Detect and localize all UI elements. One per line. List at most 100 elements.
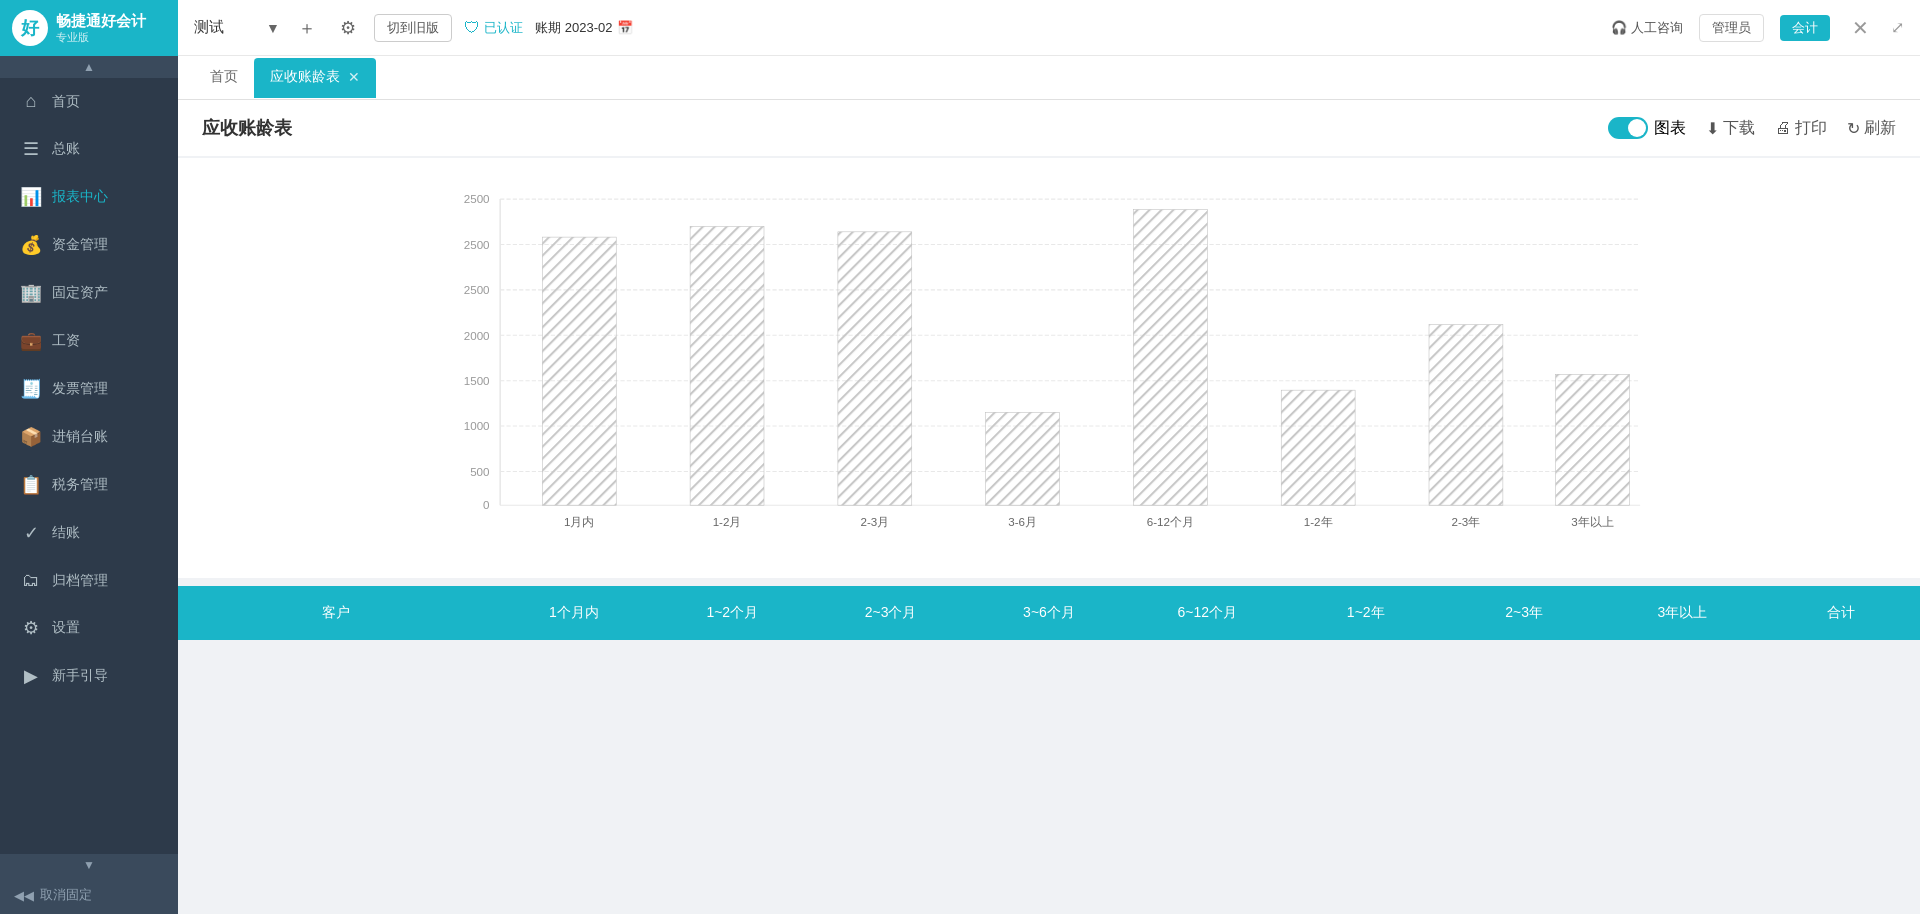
- headset-icon: 🎧: [1611, 20, 1627, 35]
- sidebar-item-reports[interactable]: 📊 报表中心: [0, 173, 178, 221]
- tab-aging-label: 应收账龄表: [270, 68, 340, 86]
- svg-text:1月内: 1月内: [564, 515, 594, 528]
- th-3year-plus: 3年以上: [1603, 586, 1761, 640]
- refresh-icon: ↻: [1847, 119, 1860, 138]
- sidebar-scroll-up[interactable]: ▲: [0, 56, 178, 78]
- bar-1-2-yue: [690, 227, 764, 506]
- sidebar-item-archive[interactable]: 🗂 归档管理: [0, 557, 178, 604]
- svg-text:2500: 2500: [464, 192, 490, 205]
- sidebar-scroll-down[interactable]: ▼: [0, 854, 178, 876]
- sidebar-item-ledger[interactable]: ☰ 总账: [0, 125, 178, 173]
- sidebar-item-label-reports: 报表中心: [52, 188, 108, 206]
- th-2-3month: 2~3个月: [811, 586, 969, 640]
- chart-toggle-container: 图表: [1608, 117, 1686, 139]
- sidebar-item-tax[interactable]: 📋 税务管理: [0, 461, 178, 509]
- svg-text:1000: 1000: [464, 419, 490, 432]
- tabs-bar: 首页 应收账龄表 ✕: [178, 56, 1920, 100]
- svg-text:0: 0: [483, 498, 489, 511]
- svg-text:2-3月: 2-3月: [860, 515, 889, 528]
- toggle-label: 图表: [1654, 118, 1686, 139]
- th-customer: 客户: [178, 586, 495, 640]
- svg-text:1-2月: 1-2月: [713, 515, 742, 528]
- chart-toggle[interactable]: [1608, 117, 1648, 139]
- bar-3-6-yue: [986, 412, 1060, 505]
- sidebar-item-label-tax: 税务管理: [52, 476, 108, 494]
- sidebar-item-funds[interactable]: 💰 资金管理: [0, 221, 178, 269]
- th-1-2year: 1~2年: [1287, 586, 1445, 640]
- period-value: 2023-02: [565, 20, 613, 35]
- manager-button[interactable]: 管理员: [1699, 14, 1764, 42]
- page-actions: 图表 ⬇ 下载 🖨 打印 ↻ 刷新: [1608, 117, 1896, 139]
- sidebar-item-settings[interactable]: ⚙ 设置: [0, 604, 178, 652]
- sidebar-item-label-settings: 设置: [52, 619, 80, 637]
- svg-text:2500: 2500: [464, 283, 490, 296]
- settings-button[interactable]: ⚙: [334, 15, 362, 41]
- guide-icon: ▶: [20, 665, 42, 687]
- bar-2-3-yue: [838, 232, 912, 505]
- unpin-label: 取消固定: [40, 886, 92, 904]
- sidebar-item-closing[interactable]: ✓ 结账: [0, 509, 178, 557]
- page-title: 应收账龄表: [202, 116, 292, 140]
- tab-home[interactable]: 首页: [194, 58, 254, 98]
- assets-icon: 🏢: [20, 282, 42, 304]
- th-2-3year: 2~3年: [1445, 586, 1603, 640]
- svg-text:1-2年: 1-2年: [1304, 515, 1333, 528]
- certified-label: 已认证: [484, 19, 523, 37]
- consult-button[interactable]: 🎧 人工咨询: [1611, 19, 1683, 37]
- svg-text:6-12个月: 6-12个月: [1147, 515, 1194, 528]
- add-workspace-button[interactable]: ＋: [292, 14, 322, 42]
- inventory-icon: 📦: [20, 426, 42, 448]
- download-button[interactable]: ⬇ 下载: [1706, 118, 1755, 139]
- sidebar-item-home[interactable]: ⌂ 首页: [0, 78, 178, 125]
- bar-6-12-yue: [1133, 210, 1207, 506]
- svg-text:1500: 1500: [464, 374, 490, 387]
- sidebar: 好 畅捷通好会计 专业版 ▲ ⌂ 首页 ☰ 总账 📊 报表中心 💰 资金管理 🏢…: [0, 0, 178, 914]
- refresh-button[interactable]: ↻ 刷新: [1847, 118, 1896, 139]
- print-label: 打印: [1795, 118, 1827, 139]
- close-button[interactable]: ✕: [1846, 16, 1875, 40]
- th-1month: 1个月内: [495, 586, 653, 640]
- logo-icon: 好: [12, 10, 48, 46]
- tab-aging[interactable]: 应收账龄表 ✕: [254, 58, 376, 98]
- account-button[interactable]: 会计: [1780, 15, 1830, 41]
- print-button[interactable]: 🖨 打印: [1775, 118, 1827, 139]
- download-icon: ⬇: [1706, 119, 1719, 138]
- topbar-right: 🎧 人工咨询 管理员 会计 ✕ ⤢: [1611, 14, 1904, 42]
- main-area: 测试 ▼ ＋ ⚙ 切到旧版 🛡 已认证 账期 2023-02 📅 🎧 人工咨询 …: [178, 0, 1920, 914]
- settings-icon: ⚙: [20, 617, 42, 639]
- sidebar-item-inventory[interactable]: 📦 进销台账: [0, 413, 178, 461]
- old-version-button[interactable]: 切到旧版: [374, 14, 452, 42]
- unpin-button[interactable]: ◀◀ 取消固定: [0, 876, 178, 914]
- sidebar-item-label-guide: 新手引导: [52, 667, 108, 685]
- sidebar-item-label-salary: 工资: [52, 332, 80, 350]
- sidebar-item-label-assets: 固定资产: [52, 284, 108, 302]
- ledger-icon: ☰: [20, 138, 42, 160]
- expand-button[interactable]: ⤢: [1891, 18, 1904, 37]
- th-1-2month: 1~2个月: [653, 586, 811, 640]
- workspace-dropdown[interactable]: ▼: [266, 20, 280, 36]
- archive-icon: 🗂: [20, 570, 42, 591]
- chart-container: 2500 2500 2500 2000 1500 1000 500 0 1月内: [178, 158, 1920, 578]
- topbar: 测试 ▼ ＋ ⚙ 切到旧版 🛡 已认证 账期 2023-02 📅 🎧 人工咨询 …: [178, 0, 1920, 56]
- salary-icon: 💼: [20, 330, 42, 352]
- bar-1-2-nian: [1281, 390, 1355, 505]
- page-header: 应收账龄表 图表 ⬇ 下载 🖨 打印 ↻ 刷新: [178, 100, 1920, 156]
- certified-badge: 🛡 已认证: [464, 19, 523, 37]
- tax-icon: 📋: [20, 474, 42, 496]
- svg-text:500: 500: [470, 465, 489, 478]
- period-display: 账期 2023-02 📅: [535, 19, 633, 37]
- sidebar-item-assets[interactable]: 🏢 固定资产: [0, 269, 178, 317]
- sidebar-item-invoice[interactable]: 🧾 发票管理: [0, 365, 178, 413]
- calendar-icon[interactable]: 📅: [617, 20, 633, 35]
- bar-2-3-nian: [1429, 325, 1503, 506]
- bar-1-yue: [542, 237, 616, 505]
- reports-icon: 📊: [20, 186, 42, 208]
- page-content: 应收账龄表 图表 ⬇ 下载 🖨 打印 ↻ 刷新: [178, 100, 1920, 914]
- unpin-icon: ◀◀: [14, 888, 34, 903]
- table-header: 客户 1个月内 1~2个月 2~3个月 3~6个月 6~12个月 1~2年 2~…: [178, 586, 1920, 640]
- tab-close-icon[interactable]: ✕: [348, 69, 360, 85]
- sidebar-item-salary[interactable]: 💼 工资: [0, 317, 178, 365]
- sidebar-item-guide[interactable]: ▶ 新手引导: [0, 652, 178, 700]
- sidebar-item-label-archive: 归档管理: [52, 572, 108, 590]
- sidebar-nav: ⌂ 首页 ☰ 总账 📊 报表中心 💰 资金管理 🏢 固定资产 💼 工资 🧾 发票…: [0, 78, 178, 854]
